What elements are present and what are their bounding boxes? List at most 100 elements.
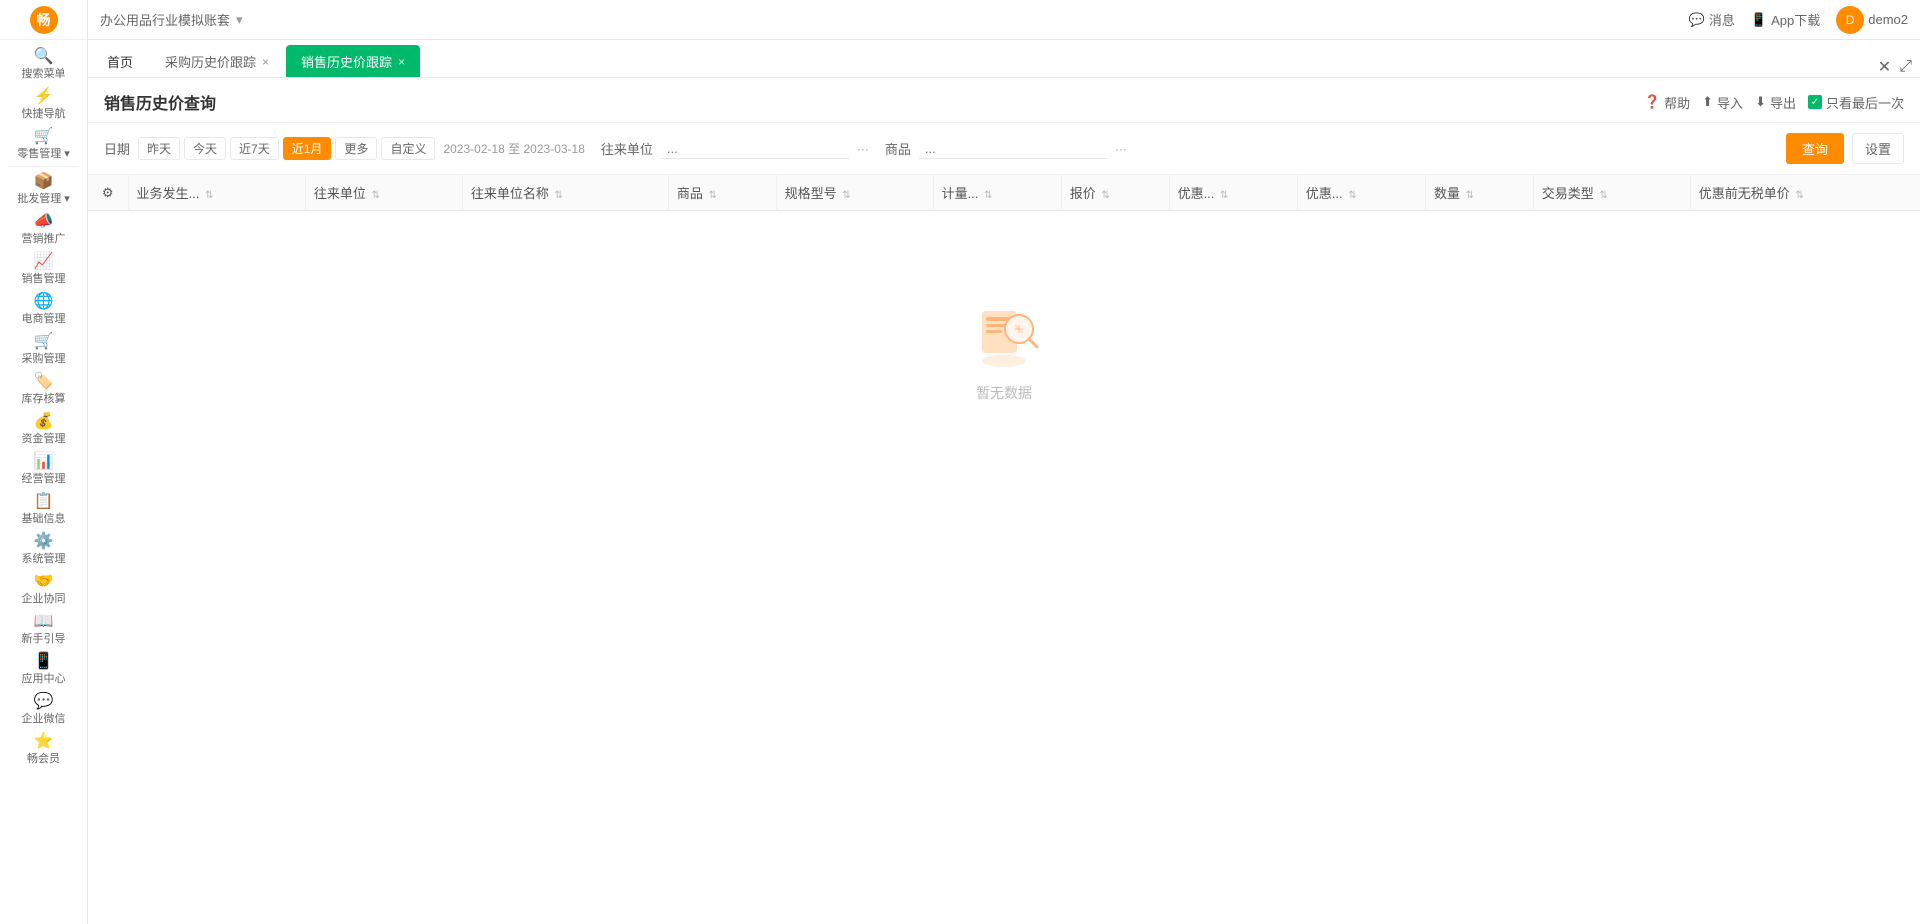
help-label: 帮助 [1664, 93, 1690, 112]
partner-filter-input[interactable] [661, 139, 849, 159]
filter-actions: 查询 设置 [1786, 133, 1904, 164]
nav-icon-inventory-check: 🏷️ [34, 371, 54, 391]
sidebar-nav: 🔍搜索菜单⚡快捷导航🛒零售管理 ▾📦批发管理 ▾📣营销推广📈销售管理🌐电商管理🛒… [0, 40, 87, 924]
tab-home-label: 首页 [107, 52, 133, 71]
nav-label-inventory-check: 库存核算 [22, 393, 66, 406]
sidebar-item-purchase-mgmt[interactable]: 🛒 采购管理 [0, 329, 87, 369]
nav-icon-business-mgmt: 📊 [34, 451, 54, 471]
th-discount2[interactable]: 优惠... ⇅ [1297, 175, 1425, 211]
th-settings[interactable]: ⚙ [88, 175, 128, 211]
nav-icon-vip-member: ⭐ [34, 731, 54, 751]
date-btn-custom[interactable]: 自定义 [381, 137, 435, 160]
logo-area: 畅 [30, 6, 58, 34]
header-right: 💬 消息 📱 App下载 D demo2 [1689, 6, 1908, 34]
th-spec[interactable]: 规格型号 ⇅ [776, 175, 933, 211]
message-btn[interactable]: 💬 消息 [1689, 10, 1735, 29]
tab-sales-label: 销售历史价跟踪 [301, 52, 392, 71]
sidebar-item-vip-member[interactable]: ⭐ 畅会员 [0, 729, 87, 769]
sidebar-item-inventory-check[interactable]: 🏷️ 库存核算 [0, 369, 87, 409]
app-download-label: App下载 [1771, 10, 1820, 29]
tab-sales-close-icon[interactable]: × [398, 56, 405, 68]
tab-home[interactable]: 首页 [92, 45, 148, 77]
sidebar-item-basic-info[interactable]: 📋基础信息 [0, 489, 87, 529]
th-trade-type[interactable]: 交易类型 ⇅ [1533, 175, 1690, 211]
checkbox-icon: ✓ [1808, 95, 1822, 109]
partner-filter-label: 往来单位 [601, 139, 653, 158]
nav-icon-enterprise-collab: 🤝 [34, 571, 54, 591]
export-icon: ⬇ [1755, 94, 1766, 110]
nav-label-vip-member: 畅会员 [27, 753, 60, 766]
th-no-tax-price[interactable]: 优惠前无税单价 ⇅ [1690, 175, 1920, 211]
setting-button[interactable]: 设置 [1852, 133, 1904, 164]
th-quote-price[interactable]: 报价 ⇅ [1061, 175, 1169, 211]
sidebar-item-sales-mgmt[interactable]: 📈销售管理 [0, 249, 87, 289]
only-last-checkbox[interactable]: ✓ 只看最后一次 [1808, 93, 1904, 112]
logo-icon: 畅 [30, 6, 58, 34]
nav-icon-retail-mgmt: 🛒 [34, 126, 54, 146]
sidebar-item-quick-nav[interactable]: ⚡快捷导航 [0, 84, 87, 124]
th-goods[interactable]: 商品 ⇅ [668, 175, 776, 211]
th-partner-code[interactable]: 往来单位 ⇅ [305, 175, 462, 211]
empty-icon [964, 291, 1044, 371]
sidebar-item-ecommerce-mgmt[interactable]: 🌐电商管理 [0, 289, 87, 329]
nav-label-ecommerce-mgmt: 电商管理 [22, 313, 66, 326]
nav-label-wholesale-mgmt: 批发管理 ▾ [17, 193, 70, 206]
table-container: ⚙ 业务发生... ⇅ 往来单位 ⇅ 往来单位名称 ⇅ 商品 ⇅ 规格型号 ⇅ … [88, 175, 1920, 483]
date-btn-yesterday[interactable]: 昨天 [138, 137, 180, 160]
import-btn[interactable]: ⬆ 导入 [1702, 93, 1743, 112]
top-header: 办公用品行业模拟账套 ▾ 💬 消息 📱 App下载 D demo2 [88, 0, 1920, 40]
sidebar-item-wholesale-mgmt[interactable]: 📦 批发管理 ▾ [0, 169, 87, 209]
goods-filter-group: 商品 ··· [885, 139, 1127, 159]
sidebar-item-system-mgmt[interactable]: ⚙️系统管理 [0, 529, 87, 569]
date-btn-more[interactable]: 更多 [335, 137, 377, 160]
nav-icon-quick-nav: ⚡ [34, 86, 54, 106]
nav-icon-sales-mgmt: 📈 [34, 251, 54, 271]
nav-label-enterprise-wechat: 企业微信 [22, 713, 66, 726]
app-icon: 📱 [1751, 12, 1767, 28]
sidebar-item-enterprise-wechat[interactable]: 💬企业微信 [0, 689, 87, 729]
header-center: 办公用品行业模拟账套 ▾ [100, 10, 243, 29]
nav-icon-purchase-mgmt: 🛒 [34, 331, 54, 351]
sidebar-item-retail-mgmt[interactable]: 🛒 零售管理 ▾ [0, 124, 87, 164]
th-unit[interactable]: 计量... ⇅ [933, 175, 1061, 211]
tab-close-all-icon[interactable]: ✕ [1878, 57, 1891, 77]
dropdown-arrow-icon[interactable]: ▾ [236, 12, 243, 28]
tab-purchase-history[interactable]: 采购历史价跟踪 × [150, 45, 284, 77]
data-table: ⚙ 业务发生... ⇅ 往来单位 ⇅ 往来单位名称 ⇅ 商品 ⇅ 规格型号 ⇅ … [88, 175, 1920, 211]
tab-bar: 首页 采购历史价跟踪 × 销售历史价跟踪 × ✕ ⤢ [88, 40, 1920, 78]
query-button[interactable]: 查询 [1786, 133, 1844, 164]
goods-filter-input[interactable] [919, 139, 1107, 159]
nav-icon-app-center: 📱 [34, 651, 54, 671]
help-btn[interactable]: ❓ 帮助 [1644, 93, 1690, 112]
th-biz-date[interactable]: 业务发生... ⇅ [128, 175, 305, 211]
user-avatar: D [1836, 6, 1864, 34]
export-btn[interactable]: ⬇ 导出 [1755, 93, 1796, 112]
tab-purchase-label: 采购历史价跟踪 [165, 52, 256, 71]
tab-maximize-icon[interactable]: ⤢ [1899, 58, 1912, 76]
sidebar-item-marketing[interactable]: 📣营销推广 [0, 209, 87, 249]
page-actions: ❓ 帮助 ⬆ 导入 ⬇ 导出 ✓ 只看最后一次 [1644, 93, 1904, 112]
app-download-btn[interactable]: 📱 App下载 [1751, 10, 1820, 29]
th-partner-name[interactable]: 往来单位名称 ⇅ [462, 175, 668, 211]
th-quantity[interactable]: 数量 ⇅ [1426, 175, 1534, 211]
sidebar-item-finance-mgmt[interactable]: 💰资金管理 [0, 409, 87, 449]
th-discount1[interactable]: 优惠... ⇅ [1169, 175, 1297, 211]
nav-label-retail-mgmt: 零售管理 ▾ [17, 148, 70, 161]
sidebar-item-new-guide[interactable]: 📖新手引导 [0, 609, 87, 649]
partner-more-icon[interactable]: ··· [857, 142, 869, 156]
tab-purchase-close-icon[interactable]: × [262, 56, 269, 68]
tab-sales-history[interactable]: 销售历史价跟踪 × [286, 45, 420, 77]
date-btn-last1month[interactable]: 近1月 [283, 137, 332, 160]
nav-label-purchase-mgmt: 采购管理 [22, 353, 66, 366]
date-btn-last7days[interactable]: 近7天 [230, 137, 279, 160]
nav-icon-wholesale-mgmt: 📦 [34, 171, 54, 191]
goods-more-icon[interactable]: ··· [1115, 142, 1127, 156]
date-btn-today[interactable]: 今天 [184, 137, 226, 160]
sidebar-item-app-center[interactable]: 📱应用中心 [0, 649, 87, 689]
sidebar-item-enterprise-collab[interactable]: 🤝企业协同 [0, 569, 87, 609]
user-area[interactable]: D demo2 [1836, 6, 1908, 34]
sidebar-item-business-mgmt[interactable]: 📊经营管理 [0, 449, 87, 489]
sidebar-item-search-menu[interactable]: 🔍搜索菜单 [0, 44, 87, 84]
table-header-row: ⚙ 业务发生... ⇅ 往来单位 ⇅ 往来单位名称 ⇅ 商品 ⇅ 规格型号 ⇅ … [88, 175, 1920, 211]
message-icon: 💬 [1689, 12, 1705, 28]
